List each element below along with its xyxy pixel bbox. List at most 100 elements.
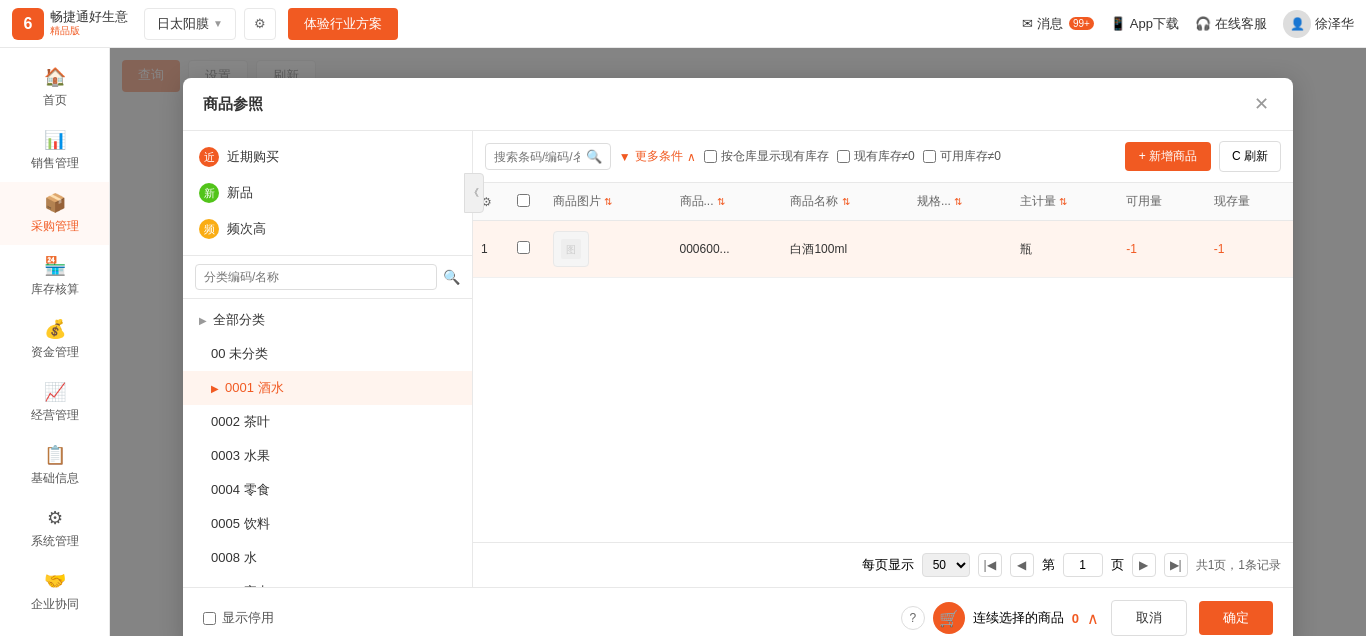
- product-search-field[interactable]: 🔍: [485, 143, 611, 170]
- message-badge: 99+: [1069, 17, 1094, 30]
- first-page-btn[interactable]: |◀: [978, 553, 1002, 577]
- cat-label-unclassified: 00 未分类: [211, 345, 268, 363]
- quick-nav-new[interactable]: 新 新品: [183, 175, 472, 211]
- last-page-btn[interactable]: ▶|: [1164, 553, 1188, 577]
- page-size-select[interactable]: 50: [922, 553, 970, 577]
- sidebar-item-inventory[interactable]: 🏪 库存核算: [0, 245, 109, 308]
- help-icon[interactable]: ?: [901, 606, 925, 630]
- cat-arrow-liquor: ▶: [211, 383, 219, 394]
- modal-footer: 显示停用 ? 🛒 连续选择的商品 0 ∧ 取消 确定: [183, 587, 1293, 636]
- settings-icon[interactable]: ⚙: [244, 8, 276, 40]
- cart-icon-btn[interactable]: 🛒: [933, 602, 965, 634]
- filter-collapse-icon: ∧: [687, 150, 696, 164]
- sidebar-item-finance[interactable]: 💰 资金管理: [0, 308, 109, 371]
- sort-name-icon: ⇅: [842, 196, 850, 207]
- product-table-container: ⚙ 商品图片 ⇅: [473, 183, 1293, 542]
- sidebar-item-system[interactable]: ⚙ 系统管理: [0, 497, 109, 560]
- content-area: 查询 设置 刷新 商品参照 ✕: [110, 48, 1366, 636]
- svg-text:图: 图: [566, 244, 576, 255]
- cat-arrow-all: ▶: [199, 315, 207, 326]
- modal-right-panel: 🔍 ▼ 更多条件 ∧ 按仓库显示现有库存: [473, 131, 1293, 587]
- sidebar-item-guide[interactable]: 📖 新手引导: [0, 623, 109, 636]
- col-image: 商品图片 ⇅: [545, 183, 672, 221]
- quick-nav-frequent[interactable]: 频 频次高: [183, 211, 472, 247]
- col-checkbox: [509, 183, 545, 221]
- cell-code: 000600...: [672, 221, 783, 278]
- col-name-label: 商品名称: [790, 194, 838, 208]
- cell-unit: 瓶: [1012, 221, 1118, 278]
- row-checkbox[interactable]: [517, 241, 530, 254]
- filter-stock-ne-label: 现有库存≠0: [854, 148, 915, 165]
- add-product-btn[interactable]: + 新增商品: [1125, 142, 1211, 171]
- category-search-icon[interactable]: 🔍: [443, 269, 460, 285]
- category-item-tea[interactable]: 0002 茶叶: [183, 405, 472, 439]
- sidebar-item-business[interactable]: 📈 经营管理: [0, 371, 109, 434]
- col-available-label: 可用量: [1126, 194, 1162, 208]
- modal-close-btn[interactable]: ✕: [1249, 92, 1273, 116]
- store-dropdown[interactable]: 日太阳膜 ▼: [144, 8, 236, 40]
- category-item-liquor[interactable]: ▶ 0001 酒水: [183, 371, 472, 405]
- col-image-label: 商品图片: [553, 194, 601, 208]
- cell-image: 图: [545, 221, 672, 278]
- filter-more-btn[interactable]: ▼ 更多条件 ∧: [619, 148, 696, 165]
- sort-code-icon: ⇅: [717, 196, 725, 207]
- table-row[interactable]: 1 图: [473, 221, 1293, 278]
- show-disabled-label: 显示停用: [222, 609, 274, 627]
- modal-title: 商品参照: [203, 95, 263, 114]
- sidebar-item-home[interactable]: 🏠 首页: [0, 56, 109, 119]
- sidebar-item-sales[interactable]: 📊 销售管理: [0, 119, 109, 182]
- select-all-checkbox[interactable]: [517, 194, 530, 207]
- refresh-btn[interactable]: C 刷新: [1219, 141, 1281, 172]
- user-area[interactable]: 👤 徐泽华: [1283, 10, 1354, 38]
- page-number-input[interactable]: 1: [1063, 553, 1103, 577]
- app-download-btn[interactable]: 📱 App下载: [1110, 15, 1179, 33]
- sidebar-label-sales: 销售管理: [31, 155, 79, 172]
- recent-icon: 近: [199, 147, 219, 167]
- sidebar-label-inventory: 库存核算: [31, 281, 79, 298]
- sales-icon: 📊: [44, 129, 66, 151]
- logo-area: 6 畅捷通好生意 精品版: [12, 8, 128, 40]
- cart-collapse-icon[interactable]: ∧: [1087, 609, 1099, 628]
- basic-icon: 📋: [44, 444, 66, 466]
- category-item-all[interactable]: ▶ 全部分类: [183, 303, 472, 337]
- category-item-appliance[interactable]: 0010 家电: [183, 575, 472, 587]
- total-info: 共1页，1条记录: [1196, 557, 1281, 574]
- category-item-unclassified[interactable]: 00 未分类: [183, 337, 472, 371]
- prev-page-btn[interactable]: ◀: [1010, 553, 1034, 577]
- sidebar-item-purchase[interactable]: 📦 采购管理: [0, 182, 109, 245]
- show-disabled-checkbox[interactable]: 显示停用: [203, 609, 274, 627]
- cell-checkbox[interactable]: [509, 221, 545, 278]
- col-stock-label: 现存量: [1214, 194, 1250, 208]
- category-list: ▶ 全部分类 00 未分类 ▶ 0001 酒水 0002 茶: [183, 299, 472, 587]
- category-item-snack[interactable]: 0004 零食: [183, 473, 472, 507]
- confirm-btn[interactable]: 确定: [1199, 601, 1273, 635]
- col-spec-label: 规格...: [917, 194, 951, 208]
- page-suffix: 页: [1111, 556, 1124, 574]
- sidebar-item-basic[interactable]: 📋 基础信息: [0, 434, 109, 497]
- next-page-btn[interactable]: ▶: [1132, 553, 1156, 577]
- filter-stock-ne-checkbox[interactable]: 现有库存≠0: [837, 148, 915, 165]
- disabled-checkbox[interactable]: [203, 612, 216, 625]
- sort-image-icon: ⇅: [604, 196, 612, 207]
- filter-usable-ne-checkbox[interactable]: 可用库存≠0: [923, 148, 1001, 165]
- modal-body: 近 近期购买 新 新品 频 频次高 《: [183, 131, 1293, 587]
- sidebar-item-corp[interactable]: 🤝 企业协同: [0, 560, 109, 623]
- product-search-input[interactable]: [494, 150, 580, 164]
- category-item-fruit[interactable]: 0003 水果: [183, 439, 472, 473]
- online-service-btn[interactable]: 🎧 在线客服: [1195, 15, 1267, 33]
- home-icon: 🏠: [44, 66, 66, 88]
- modal-overlay: 商品参照 ✕ 近 近期购买 新: [110, 48, 1366, 636]
- product-search-icon[interactable]: 🔍: [586, 149, 602, 164]
- cancel-btn[interactable]: 取消: [1111, 600, 1187, 636]
- filter-warehouse-checkbox[interactable]: 按仓库显示现有库存: [704, 148, 829, 165]
- category-search-input[interactable]: [195, 264, 437, 290]
- modal-header: 商品参照 ✕: [183, 78, 1293, 131]
- messages-btn[interactable]: ✉ 消息 99+: [1022, 15, 1094, 33]
- category-item-beverage[interactable]: 0005 饮料: [183, 507, 472, 541]
- inventory-icon: 🏪: [44, 255, 66, 277]
- cart-area: ? 🛒 连续选择的商品 0 ∧: [901, 602, 1099, 634]
- experience-btn[interactable]: 体验行业方案: [288, 8, 398, 40]
- collapse-left-panel-btn[interactable]: 《: [464, 173, 484, 213]
- quick-nav-recent[interactable]: 近 近期购买: [183, 139, 472, 175]
- category-item-water[interactable]: 0008 水: [183, 541, 472, 575]
